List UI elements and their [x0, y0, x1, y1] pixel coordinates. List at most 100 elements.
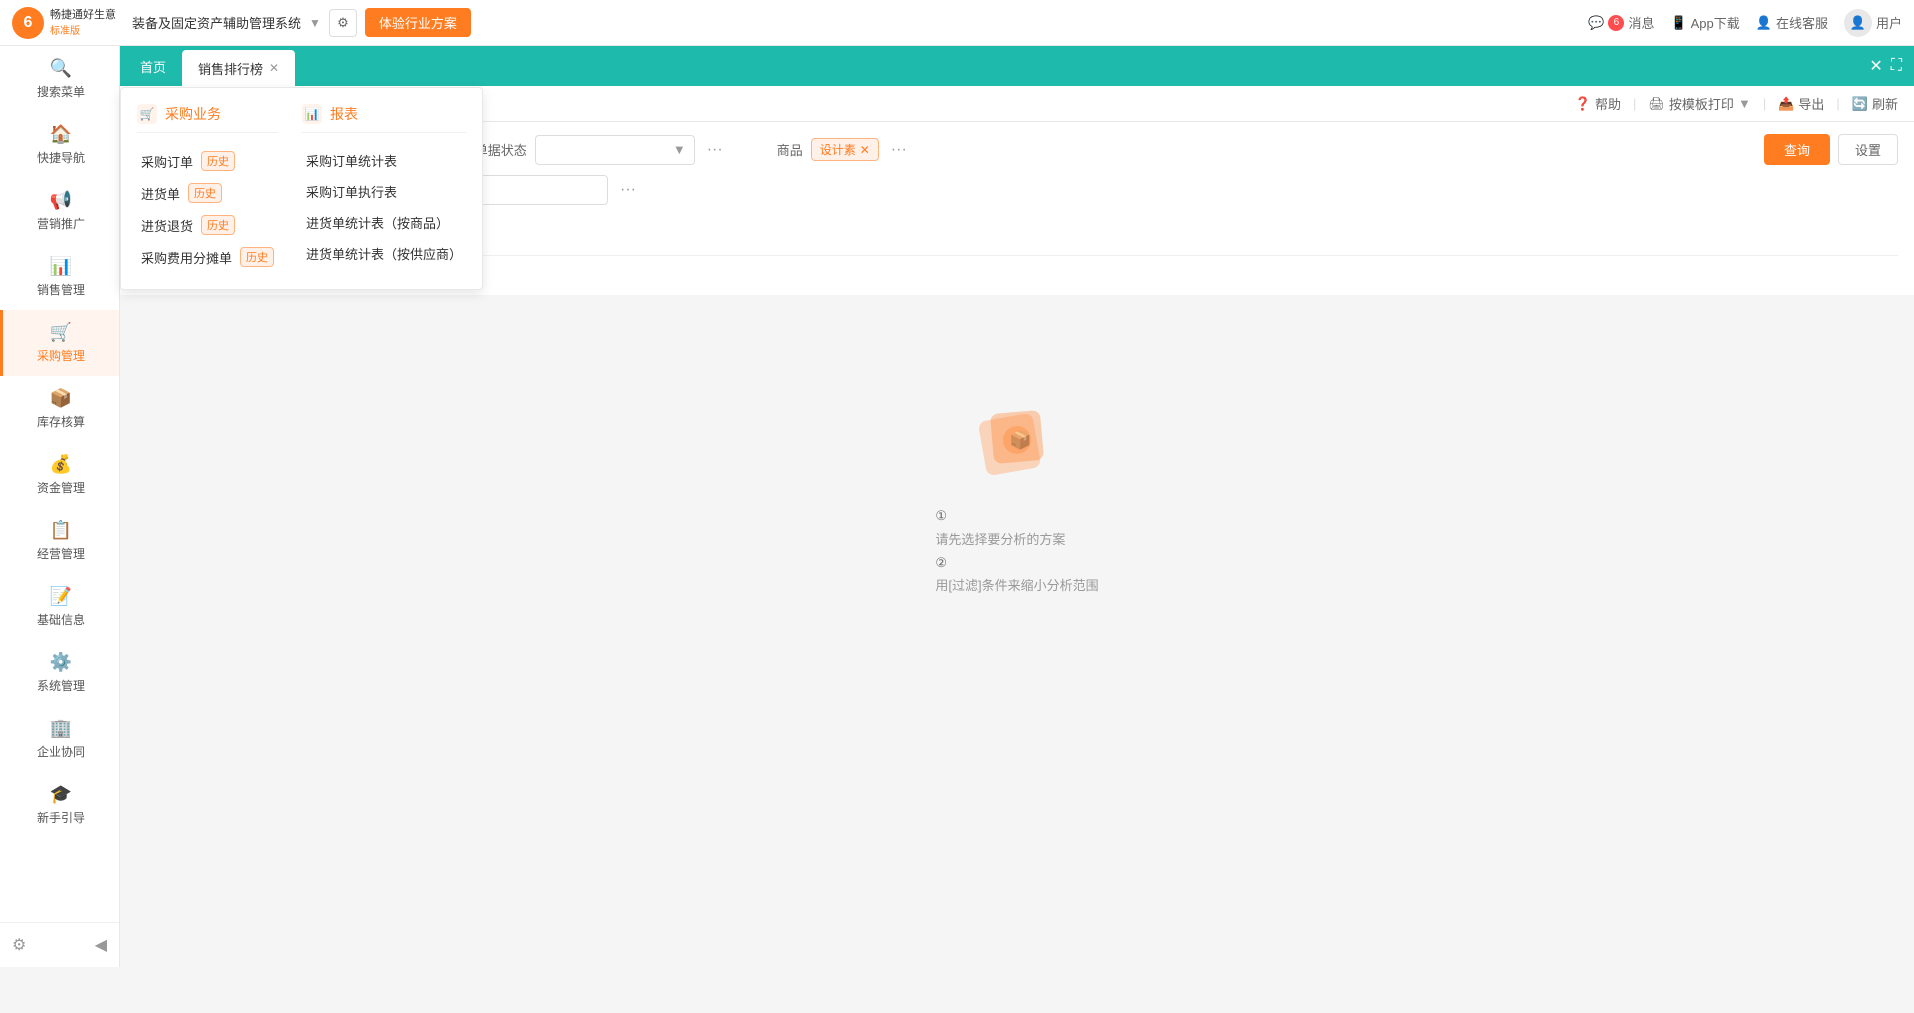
purchase-col: 🛒 采购业务 采购订单 历史 进货单 历史 进货退货 历史 采购费用分摊单 历史 — [137, 104, 278, 273]
mobile-icon: 📱 — [1670, 15, 1686, 31]
cost-history[interactable]: 历史 — [240, 247, 274, 267]
separator1: | — [1633, 96, 1636, 111]
report1-label: 采购订单统计表 — [306, 151, 397, 170]
tab-close-all-icon[interactable]: ✕ — [1869, 56, 1882, 76]
dropdown-arrow-icon[interactable]: ▼ — [309, 16, 321, 30]
sidebar-item-guide[interactable]: 🎓 新手引导 — [0, 772, 119, 838]
user-btn[interactable]: 👤 用户 — [1844, 9, 1902, 37]
refresh-btn[interactable]: 🔄 刷新 — [1852, 94, 1898, 113]
report-col-title: 📊 报表 — [302, 104, 466, 133]
sidebar-label-marketing: 营销推广 — [37, 215, 85, 232]
export-label: 导出 — [1798, 94, 1824, 113]
online-service-label: 在线客服 — [1776, 13, 1828, 32]
empty-hint1: 请先选择要分析的方案 — [935, 528, 1098, 551]
dropdown-item-purchase-order[interactable]: 采购订单 历史 — [137, 145, 278, 177]
search-icon: 🔍 — [50, 58, 72, 79]
report2-label: 采购订单执行表 — [306, 182, 397, 201]
print-dropdown-icon[interactable]: ▼ — [1738, 96, 1751, 111]
sidebar-label-operations: 经营管理 — [37, 545, 85, 562]
logo-area: 6 畅捷通好生意 标准版 — [12, 7, 132, 39]
tab-maximize-icon[interactable]: ⛶ — [1891, 57, 1902, 75]
inventory-icon: 📦 — [50, 388, 72, 409]
tab-close-icon[interactable]: ✕ — [269, 61, 279, 75]
inbound-history[interactable]: 历史 — [188, 183, 222, 203]
logo-icon: 6 — [12, 7, 44, 39]
tab-bar: 首页 销售排行榜 ✕ ✕ ⛶ — [120, 46, 1914, 86]
help-btn[interactable]: ❓ 帮助 — [1575, 94, 1621, 113]
sidebar-item-nav[interactable]: 🏠 快捷导航 — [0, 112, 119, 178]
message-badge: 6 — [1608, 15, 1624, 31]
sidebar-label-purchase: 采购管理 — [37, 347, 85, 364]
sidebar-item-search[interactable]: 🔍 搜索菜单 — [0, 46, 119, 112]
purchase-col-label: 采购业务 — [165, 104, 221, 124]
app-download-btn[interactable]: 📱 App下载 — [1670, 13, 1739, 32]
purchase-icon: 🛒 — [50, 322, 72, 343]
sidebar-item-sales[interactable]: 📊 销售管理 — [0, 244, 119, 310]
dropdown-item-report3[interactable]: 进货单统计表（按商品） — [302, 207, 466, 238]
empty-state: 📦 ① 请先选择要分析的方案 ② 用[过滤]条件来缩小分析范围 — [120, 295, 1914, 695]
salesman-dots[interactable]: ··· — [616, 181, 640, 199]
industry-btn[interactable]: 体验行业方案 — [365, 8, 471, 37]
sidebar-bottom: ⚙ ◀ — [0, 922, 119, 967]
return-label: 进货退货 — [141, 216, 193, 235]
export-btn[interactable]: 📤 导出 — [1778, 94, 1824, 113]
sidebar-item-purchase[interactable]: 🛒 采购管理 — [0, 310, 119, 376]
voucher-status-select[interactable]: ▼ — [535, 135, 695, 165]
goods-tag-text: 设计素 — [820, 141, 856, 158]
purchase-order-label: 采购订单 — [141, 152, 193, 171]
online-service-btn[interactable]: 👤 在线客服 — [1756, 13, 1828, 32]
help-icon: ❓ — [1575, 96, 1591, 112]
dropdown-item-report4[interactable]: 进货单统计表（按供应商） — [302, 238, 466, 269]
dropdown-item-return[interactable]: 进货退货 历史 — [137, 209, 278, 241]
tab-sales-ranking[interactable]: 销售排行榜 ✕ — [182, 50, 295, 86]
sidebar-item-marketing[interactable]: 📢 营销推广 — [0, 178, 119, 244]
system-title: 装备及固定资产辅助管理系统 — [132, 13, 301, 32]
purchase-dropdown-menu: 🛒 采购业务 采购订单 历史 进货单 历史 进货退货 历史 采购费用分摊单 历史… — [120, 87, 483, 290]
user-label: 用户 — [1876, 13, 1902, 32]
app-download-label: App下载 — [1691, 13, 1740, 32]
sidebar-item-system[interactable]: ⚙️ 系统管理 — [0, 640, 119, 706]
logo-sub: 标准版 — [50, 22, 116, 37]
sidebar-item-collab[interactable]: 🏢 企业协同 — [0, 706, 119, 772]
settings-icon-btn[interactable]: ⚙ — [329, 9, 357, 37]
purchase-col-title: 🛒 采购业务 — [137, 104, 278, 133]
dropdown-item-inbound[interactable]: 进货单 历史 — [137, 177, 278, 209]
goods-dots[interactable]: ··· — [887, 141, 911, 159]
separator2: | — [1763, 96, 1766, 111]
voucher-status-dots[interactable]: ··· — [703, 141, 727, 159]
separator3: | — [1836, 96, 1839, 111]
return-history[interactable]: 历史 — [201, 215, 235, 235]
sidebar-settings-btn[interactable]: ⚙ — [12, 935, 26, 955]
dropdown-item-report2[interactable]: 采购订单执行表 — [302, 176, 466, 207]
sidebar: 🔍 搜索菜单 🏠 快捷导航 📢 营销推广 📊 销售管理 🛒 采购管理 📦 库存核… — [0, 46, 120, 967]
voucher-status-group: 单据状态 ▼ ··· — [467, 135, 727, 165]
header-center: 装备及固定资产辅助管理系统 ▼ ⚙ 体验行业方案 — [132, 8, 1588, 37]
basic-icon: 📝 — [50, 586, 72, 607]
tab-home[interactable]: 首页 — [124, 46, 182, 86]
print-btn[interactable]: 🖨 按模板打印 ▼ — [1648, 94, 1750, 113]
message-btn[interactable]: 💬 6 消息 — [1588, 13, 1654, 32]
cost-label: 采购费用分摊单 — [141, 248, 232, 267]
empty-hint2: 用[过滤]条件来缩小分析范围 — [935, 574, 1098, 597]
filter-settings-btn[interactable]: 设置 — [1838, 134, 1898, 165]
sidebar-collapse-btn[interactable]: ◀ — [95, 935, 107, 955]
purchase-col-icon: 🛒 — [137, 104, 157, 124]
header-right: 💬 6 消息 📱 App下载 👤 在线客服 👤 用户 — [1588, 9, 1902, 37]
message-icon: 💬 — [1588, 15, 1604, 31]
dropdown-item-cost[interactable]: 采购费用分摊单 历史 — [137, 241, 278, 273]
print-icon: 🖨 — [1648, 96, 1665, 112]
report4-label: 进货单统计表（按供应商） — [306, 244, 462, 263]
service-icon: 👤 — [1756, 15, 1772, 31]
refresh-label: 刷新 — [1872, 94, 1898, 113]
query-btn[interactable]: 查询 — [1764, 134, 1830, 165]
sidebar-label-sales: 销售管理 — [37, 281, 85, 298]
dropdown-item-report1[interactable]: 采购订单统计表 — [302, 145, 466, 176]
sidebar-item-operations[interactable]: 📋 经营管理 — [0, 508, 119, 574]
sidebar-item-inventory[interactable]: 📦 库存核算 — [0, 376, 119, 442]
goods-filter-group: 商品 设计素 ✕ ··· — [743, 138, 911, 161]
goods-tag-close[interactable]: ✕ — [860, 143, 870, 157]
purchase-order-history[interactable]: 历史 — [201, 151, 235, 171]
report-col: 📊 报表 采购订单统计表 采购订单执行表 进货单统计表（按商品） 进货单统计表（… — [302, 104, 466, 273]
sidebar-item-finance[interactable]: 💰 资金管理 — [0, 442, 119, 508]
sidebar-item-basic[interactable]: 📝 基础信息 — [0, 574, 119, 640]
